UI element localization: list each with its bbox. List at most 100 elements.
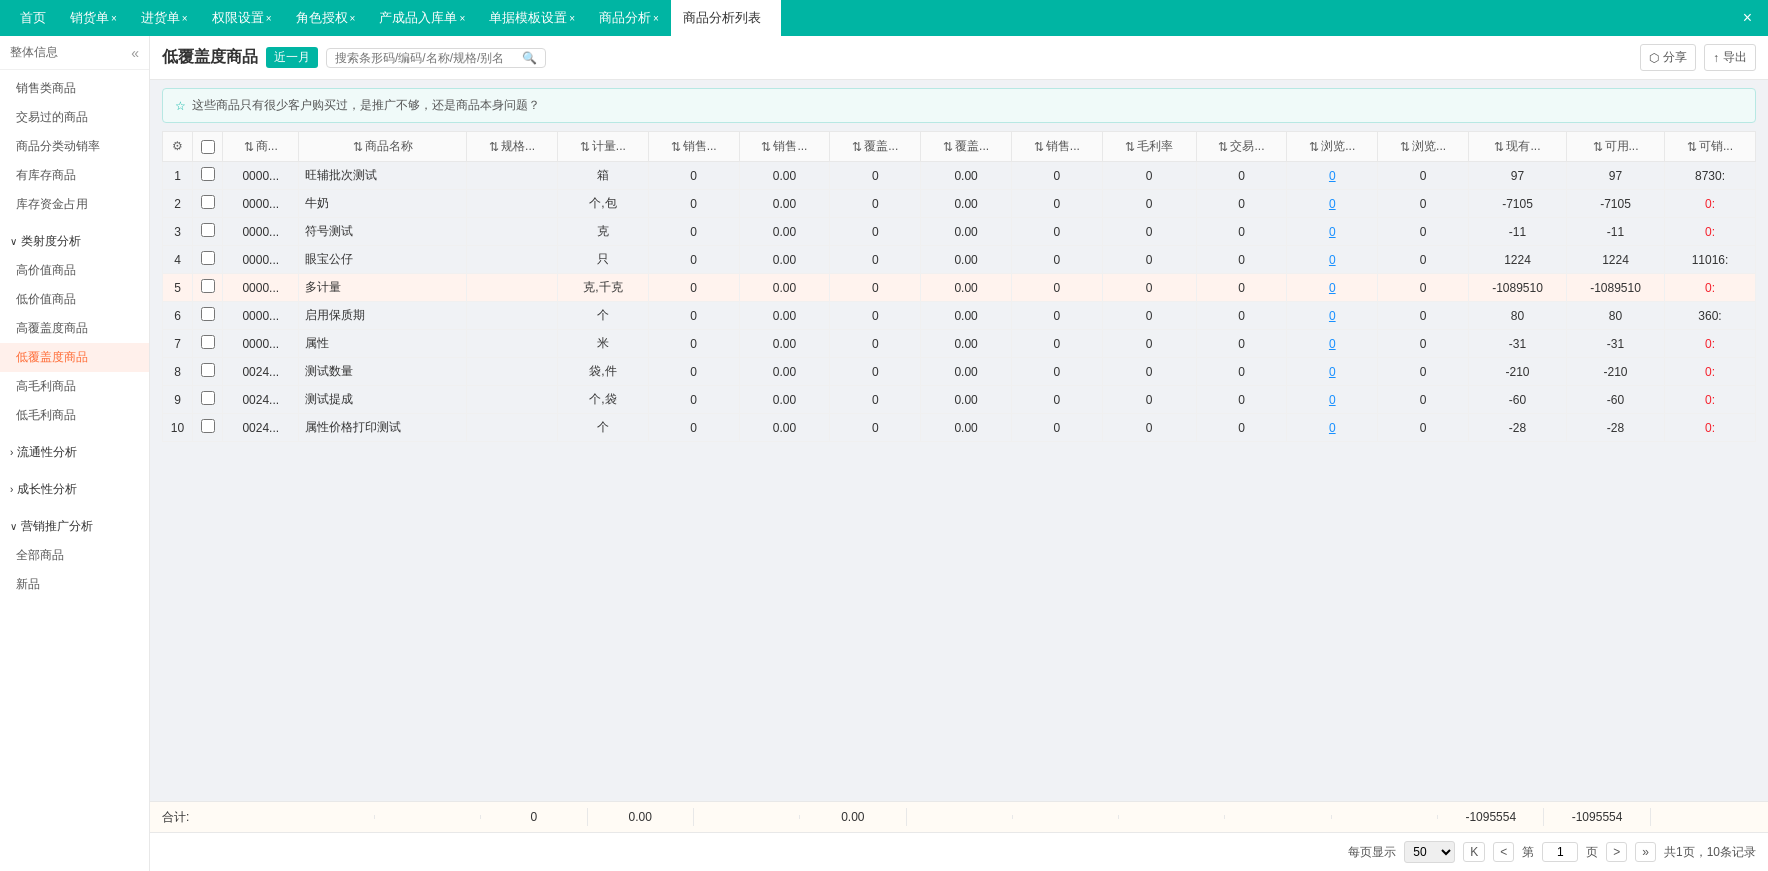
sidebar-section-value-title[interactable]: ∨ 类射度分析 <box>0 227 149 256</box>
nav-close-purchase[interactable]: × <box>182 13 188 24</box>
row-checkbox[interactable] <box>201 335 215 349</box>
browse1-link[interactable]: 0 <box>1329 253 1336 267</box>
sidebar-collapse-btn[interactable]: « <box>131 45 139 61</box>
browse1-link[interactable]: 0 <box>1329 337 1336 351</box>
row-checkbox[interactable] <box>201 167 215 181</box>
nav-sales[interactable]: 销货单 × <box>58 0 129 36</box>
sidebar-item-high-value[interactable]: 高价值商品 <box>0 256 149 285</box>
col-sort-icon-gm[interactable]: ⇅ <box>1125 140 1135 154</box>
nav-close-analysis-list[interactable]: × <box>763 13 769 24</box>
cell-checkbox[interactable] <box>193 162 223 190</box>
nav-close-product-in[interactable]: × <box>459 13 465 24</box>
sidebar-item-in-stock[interactable]: 有库存商品 <box>0 161 149 190</box>
col-sort-icon-c2[interactable]: ⇅ <box>943 140 953 154</box>
share-button[interactable]: ⬡ 分享 <box>1640 44 1696 71</box>
cell-checkbox[interactable] <box>193 358 223 386</box>
col-sort-icon-s3[interactable]: ⇅ <box>1034 140 1044 154</box>
nav-permission[interactable]: 权限设置 × <box>200 0 284 36</box>
nav-close-analysis[interactable]: × <box>653 13 659 24</box>
filter-recent-month-btn[interactable]: 近一月 <box>266 47 318 68</box>
row-checkbox[interactable] <box>201 195 215 209</box>
col-sort-icon-sl[interactable]: ⇅ <box>1687 140 1697 154</box>
search-input[interactable] <box>335 51 522 65</box>
cell-checkbox[interactable] <box>193 414 223 442</box>
cell-browse1[interactable]: 0 <box>1287 190 1378 218</box>
sidebar-item-low-profit[interactable]: 低毛利商品 <box>0 401 149 430</box>
page-size-select[interactable]: 50 100 200 <box>1404 841 1455 863</box>
sidebar-section-growth-title[interactable]: › 成长性分析 <box>0 475 149 504</box>
col-sort-icon-unit[interactable]: ⇅ <box>580 140 590 154</box>
sidebar-item-traded-goods[interactable]: 交易过的商品 <box>0 103 149 132</box>
nav-product-in[interactable]: 产成品入库单 × <box>367 0 477 36</box>
browse1-link[interactable]: 0 <box>1329 393 1336 407</box>
row-checkbox[interactable] <box>201 223 215 237</box>
col-sort-icon-spec[interactable]: ⇅ <box>489 140 499 154</box>
sidebar-section-flow-title[interactable]: › 流通性分析 <box>0 438 149 467</box>
nav-close-template[interactable]: × <box>569 13 575 24</box>
export-button[interactable]: ↑ 导出 <box>1704 44 1756 71</box>
cell-browse1[interactable]: 0 <box>1287 386 1378 414</box>
cell-browse1[interactable]: 0 <box>1287 246 1378 274</box>
browse1-link[interactable]: 0 <box>1329 365 1336 379</box>
nav-close-permission[interactable]: × <box>266 13 272 24</box>
settings-icon[interactable]: ⚙ <box>170 139 186 155</box>
sidebar-item-high-coverage[interactable]: 高覆盖度商品 <box>0 314 149 343</box>
nav-close-sales[interactable]: × <box>111 13 117 24</box>
nav-home[interactable]: 首页 <box>8 0 58 36</box>
browse1-link[interactable]: 0 <box>1329 197 1336 211</box>
col-sort-icon-c1[interactable]: ⇅ <box>852 140 862 154</box>
sidebar-item-low-coverage[interactable]: 低覆盖度商品 <box>0 343 149 372</box>
nav-analysis[interactable]: 商品分析 × <box>587 0 671 36</box>
col-sort-icon-tr[interactable]: ⇅ <box>1218 140 1228 154</box>
sidebar-item-category-rate[interactable]: 商品分类动销率 <box>0 132 149 161</box>
sidebar-item-low-value[interactable]: 低价值商品 <box>0 285 149 314</box>
col-sort-icon-b1[interactable]: ⇅ <box>1309 140 1319 154</box>
cell-browse1[interactable]: 0 <box>1287 330 1378 358</box>
sidebar-item-stock-capital[interactable]: 库存资金占用 <box>0 190 149 219</box>
browse1-link[interactable]: 0 <box>1329 309 1336 323</box>
row-checkbox[interactable] <box>201 363 215 377</box>
cell-checkbox[interactable] <box>193 218 223 246</box>
row-checkbox[interactable] <box>201 307 215 321</box>
cell-checkbox[interactable] <box>193 330 223 358</box>
col-sort-icon-sq[interactable]: ⇅ <box>671 140 681 154</box>
cell-checkbox[interactable] <box>193 246 223 274</box>
sidebar-item-all-goods[interactable]: 全部商品 <box>0 541 149 570</box>
next-page-btn[interactable]: > <box>1606 842 1627 862</box>
search-box[interactable]: 🔍 <box>326 48 546 68</box>
sidebar-section-marketing-title[interactable]: ∨ 营销推广分析 <box>0 512 149 541</box>
sidebar-item-sales-goods[interactable]: 销售类商品 <box>0 74 149 103</box>
first-page-btn[interactable]: K <box>1463 842 1485 862</box>
cell-browse1[interactable]: 0 <box>1287 358 1378 386</box>
cell-browse1[interactable]: 0 <box>1287 274 1378 302</box>
cell-checkbox[interactable] <box>193 302 223 330</box>
cell-browse1[interactable]: 0 <box>1287 414 1378 442</box>
page-number-input[interactable] <box>1542 842 1578 862</box>
col-sort-icon-b2[interactable]: ⇅ <box>1400 140 1410 154</box>
nav-analysis-list[interactable]: 商品分析列表 × <box>671 0 781 36</box>
select-all-checkbox[interactable] <box>201 140 215 154</box>
cell-checkbox[interactable] <box>193 274 223 302</box>
cell-checkbox[interactable] <box>193 386 223 414</box>
cell-checkbox[interactable] <box>193 190 223 218</box>
col-sort-icon-sa[interactable]: ⇅ <box>761 140 771 154</box>
cell-browse1[interactable]: 0 <box>1287 218 1378 246</box>
cell-browse1[interactable]: 0 <box>1287 162 1378 190</box>
sidebar-item-new-goods[interactable]: 新品 <box>0 570 149 599</box>
browse1-link[interactable]: 0 <box>1329 421 1336 435</box>
nav-template[interactable]: 单据模板设置 × <box>477 0 587 36</box>
row-checkbox[interactable] <box>201 251 215 265</box>
col-sort-icon-av[interactable]: ⇅ <box>1593 140 1603 154</box>
prev-page-btn[interactable]: < <box>1493 842 1514 862</box>
row-checkbox[interactable] <box>201 419 215 433</box>
col-sort-icon-cur[interactable]: ⇅ <box>1494 140 1504 154</box>
cell-browse1[interactable]: 0 <box>1287 302 1378 330</box>
col-sort-icon[interactable]: ⇅ <box>244 140 254 154</box>
search-icon[interactable]: 🔍 <box>522 51 537 65</box>
nav-purchase[interactable]: 进货单 × <box>129 0 200 36</box>
last-page-btn[interactable]: » <box>1635 842 1656 862</box>
nav-close-role[interactable]: × <box>350 13 356 24</box>
nav-role[interactable]: 角色授权 × <box>284 0 368 36</box>
browse1-link[interactable]: 0 <box>1329 225 1336 239</box>
nav-close-all[interactable]: × <box>1735 9 1760 27</box>
